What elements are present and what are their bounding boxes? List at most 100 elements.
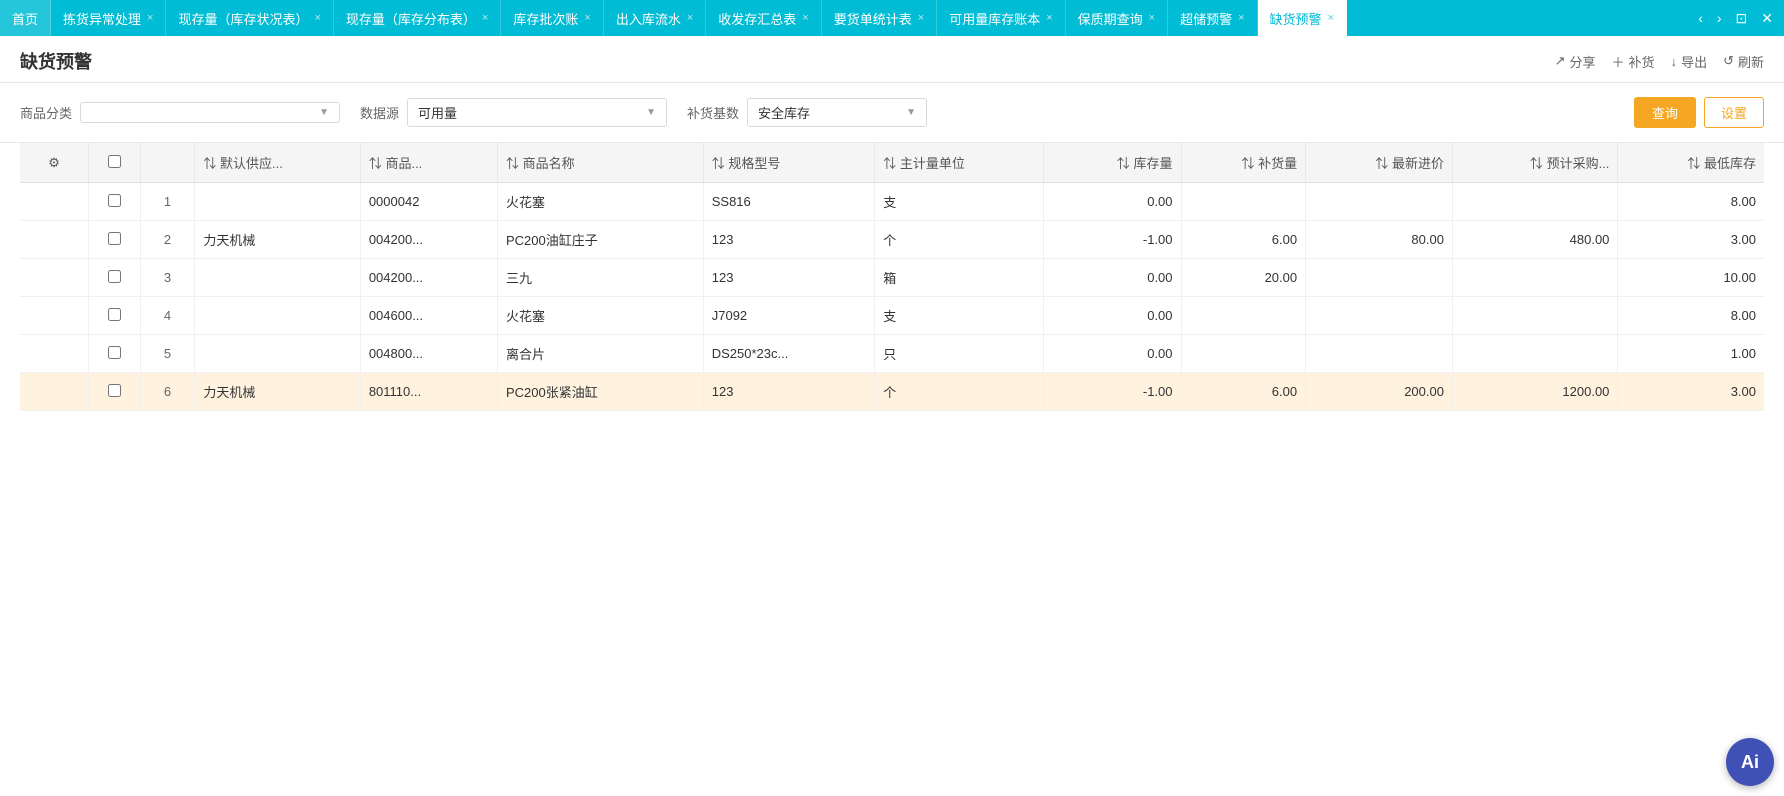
name-sort-icon: ⇅ (506, 156, 519, 171)
row-index-4: 5 (140, 335, 195, 373)
row-checkbox-0[interactable] (108, 194, 121, 207)
col-header-stock[interactable]: ⇅ 库存量 (1044, 143, 1181, 183)
replenish-select[interactable]: 安全库存 ▼ (747, 98, 927, 127)
table-row[interactable]: 4 004600... 火花塞 J7092 支 0.00 8.00 (20, 297, 1764, 335)
ai-badge[interactable]: Ai (1726, 738, 1774, 786)
row-spec-1: 123 (703, 221, 874, 259)
row-check-3[interactable] (89, 297, 140, 335)
row-checkbox-1[interactable] (108, 232, 121, 245)
select-all-checkbox[interactable] (108, 155, 121, 168)
col-header-unit[interactable]: ⇅ 主计量单位 (875, 143, 1044, 183)
row-supplier-2 (195, 259, 360, 297)
col-header-minstock[interactable]: ⇅ 最低库存 (1618, 143, 1764, 183)
price-sort-icon: ⇅ (1375, 156, 1388, 171)
replenish-sort-icon: ⇅ (1241, 156, 1254, 171)
page-title: 缺货预警 (20, 48, 92, 74)
table-row[interactable]: 6 力天机械 801110... PC200张紧油缸 123 个 -1.00 6… (20, 373, 1764, 411)
nav-tab-2[interactable]: 现存量（库存状况表） × (166, 0, 333, 36)
row-check-4[interactable] (89, 335, 140, 373)
row-spec-5: 123 (703, 373, 874, 411)
col-header-spec[interactable]: ⇅ 规格型号 (703, 143, 874, 183)
datasource-select[interactable]: 可用量 ▼ (407, 98, 667, 127)
stock-sort-icon: ⇅ (1117, 156, 1130, 171)
close-tab-7[interactable]: × (918, 12, 924, 24)
row-replenish-1: 6.00 (1181, 221, 1306, 259)
row-name-2: 三九 (497, 259, 703, 297)
col-header-supplier[interactable]: ⇅ 默认供应... (195, 143, 360, 183)
row-replenish-4 (1181, 335, 1306, 373)
table-row[interactable]: 5 004800... 离合片 DS250*23c... 只 0.00 1.00 (20, 335, 1764, 373)
datasource-filter-group: 数据源 可用量 ▼ (360, 98, 667, 127)
nav-tab-7[interactable]: 要货单统计表 × (822, 0, 937, 36)
nav-prev-button[interactable]: ‹ (1693, 8, 1708, 28)
row-unit-4: 只 (875, 335, 1044, 373)
nav-tab-1[interactable]: 拣货异常处理 × (51, 0, 166, 36)
col-header-estimate[interactable]: ⇅ 预计采购... (1452, 143, 1617, 183)
nav-restore-button[interactable]: ⊡ (1731, 8, 1753, 29)
row-checkbox-3[interactable] (108, 308, 121, 321)
replenish-button[interactable]: ＋ 补货 (1612, 52, 1655, 71)
table-row[interactable]: 1 0000042 火花塞 SS816 支 0.00 8.00 (20, 183, 1764, 221)
row-check-0[interactable] (89, 183, 140, 221)
row-supplier-3 (195, 297, 360, 335)
row-index-5: 6 (140, 373, 195, 411)
header-actions: ↗ 分享 ＋ 补货 ↓ 导出 ↺ 刷新 (1555, 52, 1764, 71)
table-row[interactable]: 3 004200... 三九 123 箱 0.00 20.00 10.00 (20, 259, 1764, 297)
col-header-settings[interactable]: ⚙ (20, 143, 89, 183)
datasource-label: 数据源 (360, 103, 399, 122)
nav-next-button[interactable]: › (1712, 8, 1727, 28)
row-check-1[interactable] (89, 221, 140, 259)
row-checkbox-2[interactable] (108, 270, 121, 283)
settings-button[interactable]: 设置 (1704, 97, 1764, 128)
row-estimate-5: 1200.00 (1452, 373, 1617, 411)
nav-tab-6[interactable]: 收发存汇总表 × (706, 0, 821, 36)
query-button[interactable]: 查询 (1634, 97, 1696, 128)
close-tab-5[interactable]: × (687, 12, 693, 24)
row-spec-3: J7092 (703, 297, 874, 335)
row-code-0: 0000042 (360, 183, 497, 221)
nav-tab-8[interactable]: 可用量库存账本 × (937, 0, 1065, 36)
row-index-1: 2 (140, 221, 195, 259)
row-settings-1 (20, 221, 89, 259)
col-header-name[interactable]: ⇅ 商品名称 (497, 143, 703, 183)
nav-close-button[interactable]: ✕ (1756, 8, 1778, 29)
close-tab-6[interactable]: × (802, 12, 808, 24)
nav-tab-10[interactable]: 超储预警 × (1168, 0, 1257, 36)
row-replenish-3 (1181, 297, 1306, 335)
col-header-price[interactable]: ⇅ 最新进价 (1306, 143, 1453, 183)
row-checkbox-4[interactable] (108, 346, 121, 359)
close-tab-2[interactable]: × (314, 12, 320, 24)
row-check-5[interactable] (89, 373, 140, 411)
row-check-2[interactable] (89, 259, 140, 297)
nav-tab-3[interactable]: 现存量（库存分布表） × (334, 0, 501, 36)
nav-tab-11[interactable]: 缺货预警 × (1258, 0, 1347, 36)
category-label: 商品分类 (20, 103, 72, 122)
category-select[interactable]: ▼ (80, 102, 340, 123)
row-replenish-2: 20.00 (1181, 259, 1306, 297)
close-tab-8[interactable]: × (1046, 12, 1052, 24)
close-tab-11[interactable]: × (1328, 12, 1334, 24)
nav-tab-4[interactable]: 库存批次账 × (501, 0, 603, 36)
nav-tab-9[interactable]: 保质期查询 × (1066, 0, 1168, 36)
nav-tab-home[interactable]: 首页 (0, 0, 51, 36)
row-settings-4 (20, 335, 89, 373)
close-tab-4[interactable]: × (584, 12, 590, 24)
row-price-0 (1306, 183, 1453, 221)
close-tab-1[interactable]: × (147, 12, 153, 24)
row-name-5: PC200张紧油缸 (497, 373, 703, 411)
col-header-check[interactable] (89, 143, 140, 183)
close-tab-3[interactable]: × (482, 12, 488, 24)
nav-tab-5[interactable]: 出入库流水 × (604, 0, 706, 36)
close-tab-9[interactable]: × (1149, 12, 1155, 24)
row-checkbox-5[interactable] (108, 384, 121, 397)
page-container: 缺货预警 ↗ 分享 ＋ 补货 ↓ 导出 ↺ 刷新 商品分类 (0, 36, 1784, 796)
close-tab-10[interactable]: × (1238, 12, 1244, 24)
share-button[interactable]: ↗ 分享 (1555, 52, 1596, 71)
table-row[interactable]: 2 力天机械 004200... PC200油缸庄子 123 个 -1.00 6… (20, 221, 1764, 259)
col-header-code[interactable]: ⇅ 商品... (360, 143, 497, 183)
row-minstock-1: 3.00 (1618, 221, 1764, 259)
refresh-button[interactable]: ↺ 刷新 (1723, 52, 1764, 71)
row-minstock-0: 8.00 (1618, 183, 1764, 221)
col-header-replenish[interactable]: ⇅ 补货量 (1181, 143, 1306, 183)
export-button[interactable]: ↓ 导出 (1671, 52, 1708, 71)
